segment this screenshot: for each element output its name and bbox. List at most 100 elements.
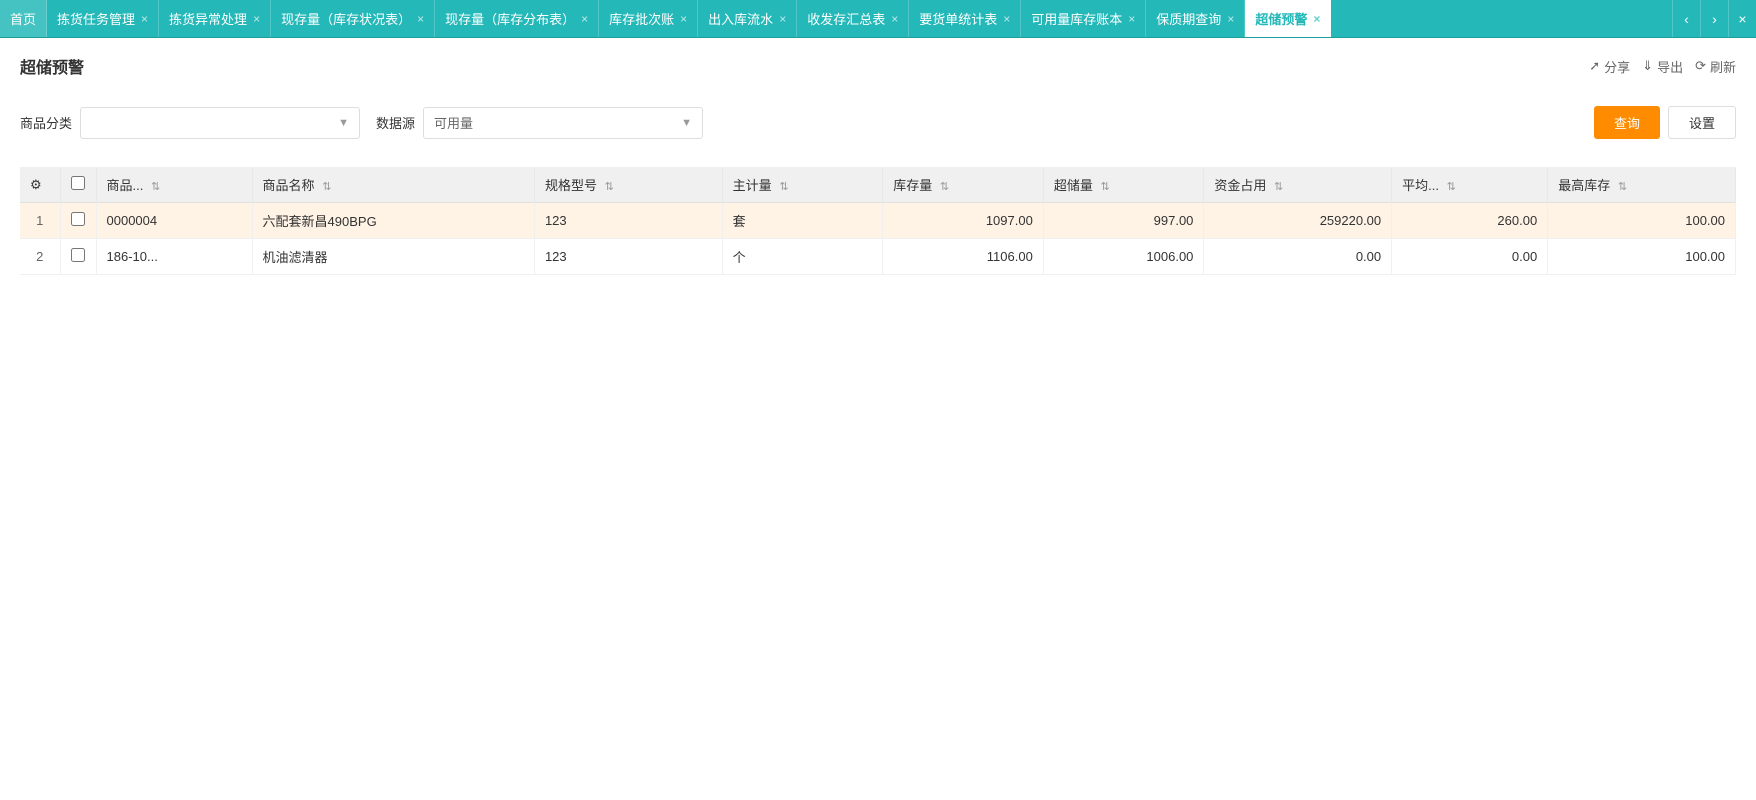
sort-icon: ⇅ [1618, 180, 1627, 193]
nav-tab-in-out-flow[interactable]: 出入库流水 × [698, 0, 797, 38]
close-icon[interactable]: × [779, 12, 786, 26]
cell-maxstock: 100.00 [1548, 239, 1736, 275]
nav-tab-label: 拣货异常处理 [169, 9, 247, 28]
category-filter-group: 商品分类 ▼ [20, 107, 360, 139]
close-icon[interactable]: × [1128, 12, 1135, 26]
cell-code: 0000004 [96, 203, 252, 239]
chevron-left-icon: ‹ [1684, 11, 1689, 27]
share-button[interactable]: ➚ 分享 [1589, 57, 1630, 76]
cell-avgprice: 0.00 [1392, 239, 1548, 275]
close-icon[interactable]: × [253, 12, 260, 26]
nav-tab-order-stats[interactable]: 要货单统计表 × [909, 0, 1021, 38]
nav-tab-label: 首页 [10, 9, 36, 28]
nav-tab-summary[interactable]: 收发存汇总表 × [797, 0, 909, 38]
sort-icon: ⇅ [605, 180, 614, 193]
cell-checkbox[interactable] [60, 203, 96, 239]
nav-tab-label: 收发存汇总表 [807, 9, 885, 28]
column-avgprice[interactable]: 平均... ⇅ [1392, 167, 1548, 203]
column-capital[interactable]: 资金占用 ⇅ [1204, 167, 1392, 203]
column-overstock[interactable]: 超储量 ⇅ [1043, 167, 1204, 203]
nav-prev-button[interactable]: ‹ [1672, 0, 1700, 38]
cell-spec: 123 [534, 203, 722, 239]
row-checkbox[interactable] [71, 248, 85, 262]
close-icon[interactable]: × [891, 12, 898, 26]
column-maxstock[interactable]: 最高库存 ⇅ [1548, 167, 1736, 203]
nav-close-all-button[interactable]: × [1728, 0, 1756, 38]
chevron-right-icon: › [1712, 11, 1717, 27]
close-icon[interactable]: × [680, 12, 687, 26]
filter-actions: 查询 设置 [1594, 106, 1736, 139]
column-stock[interactable]: 库存量 ⇅ [883, 167, 1044, 203]
nav-tab-available-stock[interactable]: 可用量库存账本 × [1021, 0, 1146, 38]
page-title: 超储预警 [20, 54, 84, 78]
datasource-select-value: 可用量 [434, 113, 473, 132]
nav-tab-label: 出入库流水 [708, 9, 773, 28]
close-icon[interactable]: × [141, 12, 148, 26]
select-all-checkbox[interactable] [71, 176, 85, 190]
cell-overstock: 997.00 [1043, 203, 1204, 239]
refresh-button[interactable]: ⟳ 刷新 [1695, 57, 1736, 76]
nav-next-button[interactable]: › [1700, 0, 1728, 38]
export-button[interactable]: ⇓ 导出 [1642, 57, 1683, 76]
column-select-all[interactable] [60, 167, 96, 203]
nav-tab-label: 超储预警 [1255, 9, 1307, 28]
nav-tab-label: 可用量库存账本 [1031, 9, 1122, 28]
table-header-row: ⚙ 商品... ⇅ 商品名称 ⇅ 规格型号 ⇅ 主计量 [20, 167, 1736, 203]
export-icon: ⇓ [1642, 58, 1653, 74]
filter-bar: 商品分类 ▼ 数据源 可用量 ▼ 查询 设置 [20, 94, 1736, 151]
row-checkbox[interactable] [71, 212, 85, 226]
nav-tab-label: 要货单统计表 [919, 9, 997, 28]
nav-tab-home[interactable]: 首页 [0, 0, 47, 38]
category-label: 商品分类 [20, 113, 72, 132]
page-content: 超储预警 ➚ 分享 ⇓ 导出 ⟳ 刷新 商品分类 ▼ 数据源 [0, 38, 1756, 800]
nav-tab-label: 拣货任务管理 [57, 9, 135, 28]
cell-maxstock: 100.00 [1548, 203, 1736, 239]
cell-unit: 套 [722, 203, 883, 239]
column-unit[interactable]: 主计量 ⇅ [722, 167, 883, 203]
gear-icon: ⚙ [30, 177, 42, 192]
refresh-icon: ⟳ [1695, 58, 1706, 74]
nav-arrows: ‹ › × [1672, 0, 1756, 38]
cell-avgprice: 260.00 [1392, 203, 1548, 239]
close-icon[interactable]: × [417, 12, 424, 26]
category-select[interactable]: ▼ [80, 107, 360, 139]
nav-tab-label: 库存批次账 [609, 9, 674, 28]
cell-stock: 1106.00 [883, 239, 1044, 275]
nav-tab-label: 现存量（库存状况表） [281, 9, 411, 28]
datasource-label: 数据源 [376, 113, 415, 132]
nav-tab-inventory-status[interactable]: 现存量（库存状况表） × [271, 0, 435, 38]
sort-icon: ⇅ [322, 180, 331, 193]
page-header: 超储预警 ➚ 分享 ⇓ 导出 ⟳ 刷新 [20, 54, 1736, 78]
cell-name: 机油滤清器 [252, 239, 534, 275]
nav-tab-pick-task[interactable]: 拣货任务管理 × [47, 0, 159, 38]
nav-tab-label: 现存量（库存分布表） [445, 9, 575, 28]
cell-overstock: 1006.00 [1043, 239, 1204, 275]
column-name[interactable]: 商品名称 ⇅ [252, 167, 534, 203]
nav-tab-batch-account[interactable]: 库存批次账 × [599, 0, 698, 38]
cell-unit: 个 [722, 239, 883, 275]
column-gear[interactable]: ⚙ [20, 167, 60, 203]
close-icon[interactable]: × [581, 12, 588, 26]
close-icon[interactable]: × [1227, 12, 1234, 26]
datasource-select[interactable]: 可用量 ▼ [423, 107, 703, 139]
nav-tab-overstock[interactable]: 超储预警 × [1245, 0, 1331, 38]
column-spec[interactable]: 规格型号 ⇅ [534, 167, 722, 203]
settings-button[interactable]: 设置 [1668, 106, 1736, 139]
cell-spec: 123 [534, 239, 722, 275]
query-button[interactable]: 查询 [1594, 106, 1660, 139]
sort-icon: ⇅ [1274, 180, 1283, 193]
sort-icon: ⇅ [1100, 180, 1109, 193]
sort-icon: ⇅ [151, 180, 160, 193]
table-row: 2 186-10... 机油滤清器 123 个 1106.00 1006.00 … [20, 239, 1736, 275]
close-icon[interactable]: × [1003, 12, 1010, 26]
nav-tab-expiry-query[interactable]: 保质期查询 × [1146, 0, 1245, 38]
column-code[interactable]: 商品... ⇅ [96, 167, 252, 203]
nav-tab-inventory-dist[interactable]: 现存量（库存分布表） × [435, 0, 599, 38]
cell-stock: 1097.00 [883, 203, 1044, 239]
chevron-down-icon: ▼ [338, 117, 349, 129]
sort-icon: ⇅ [779, 180, 788, 193]
close-icon[interactable]: × [1313, 12, 1320, 26]
nav-tab-pick-exception[interactable]: 拣货异常处理 × [159, 0, 271, 38]
cell-checkbox[interactable] [60, 239, 96, 275]
chevron-down-icon: ▼ [681, 117, 692, 129]
